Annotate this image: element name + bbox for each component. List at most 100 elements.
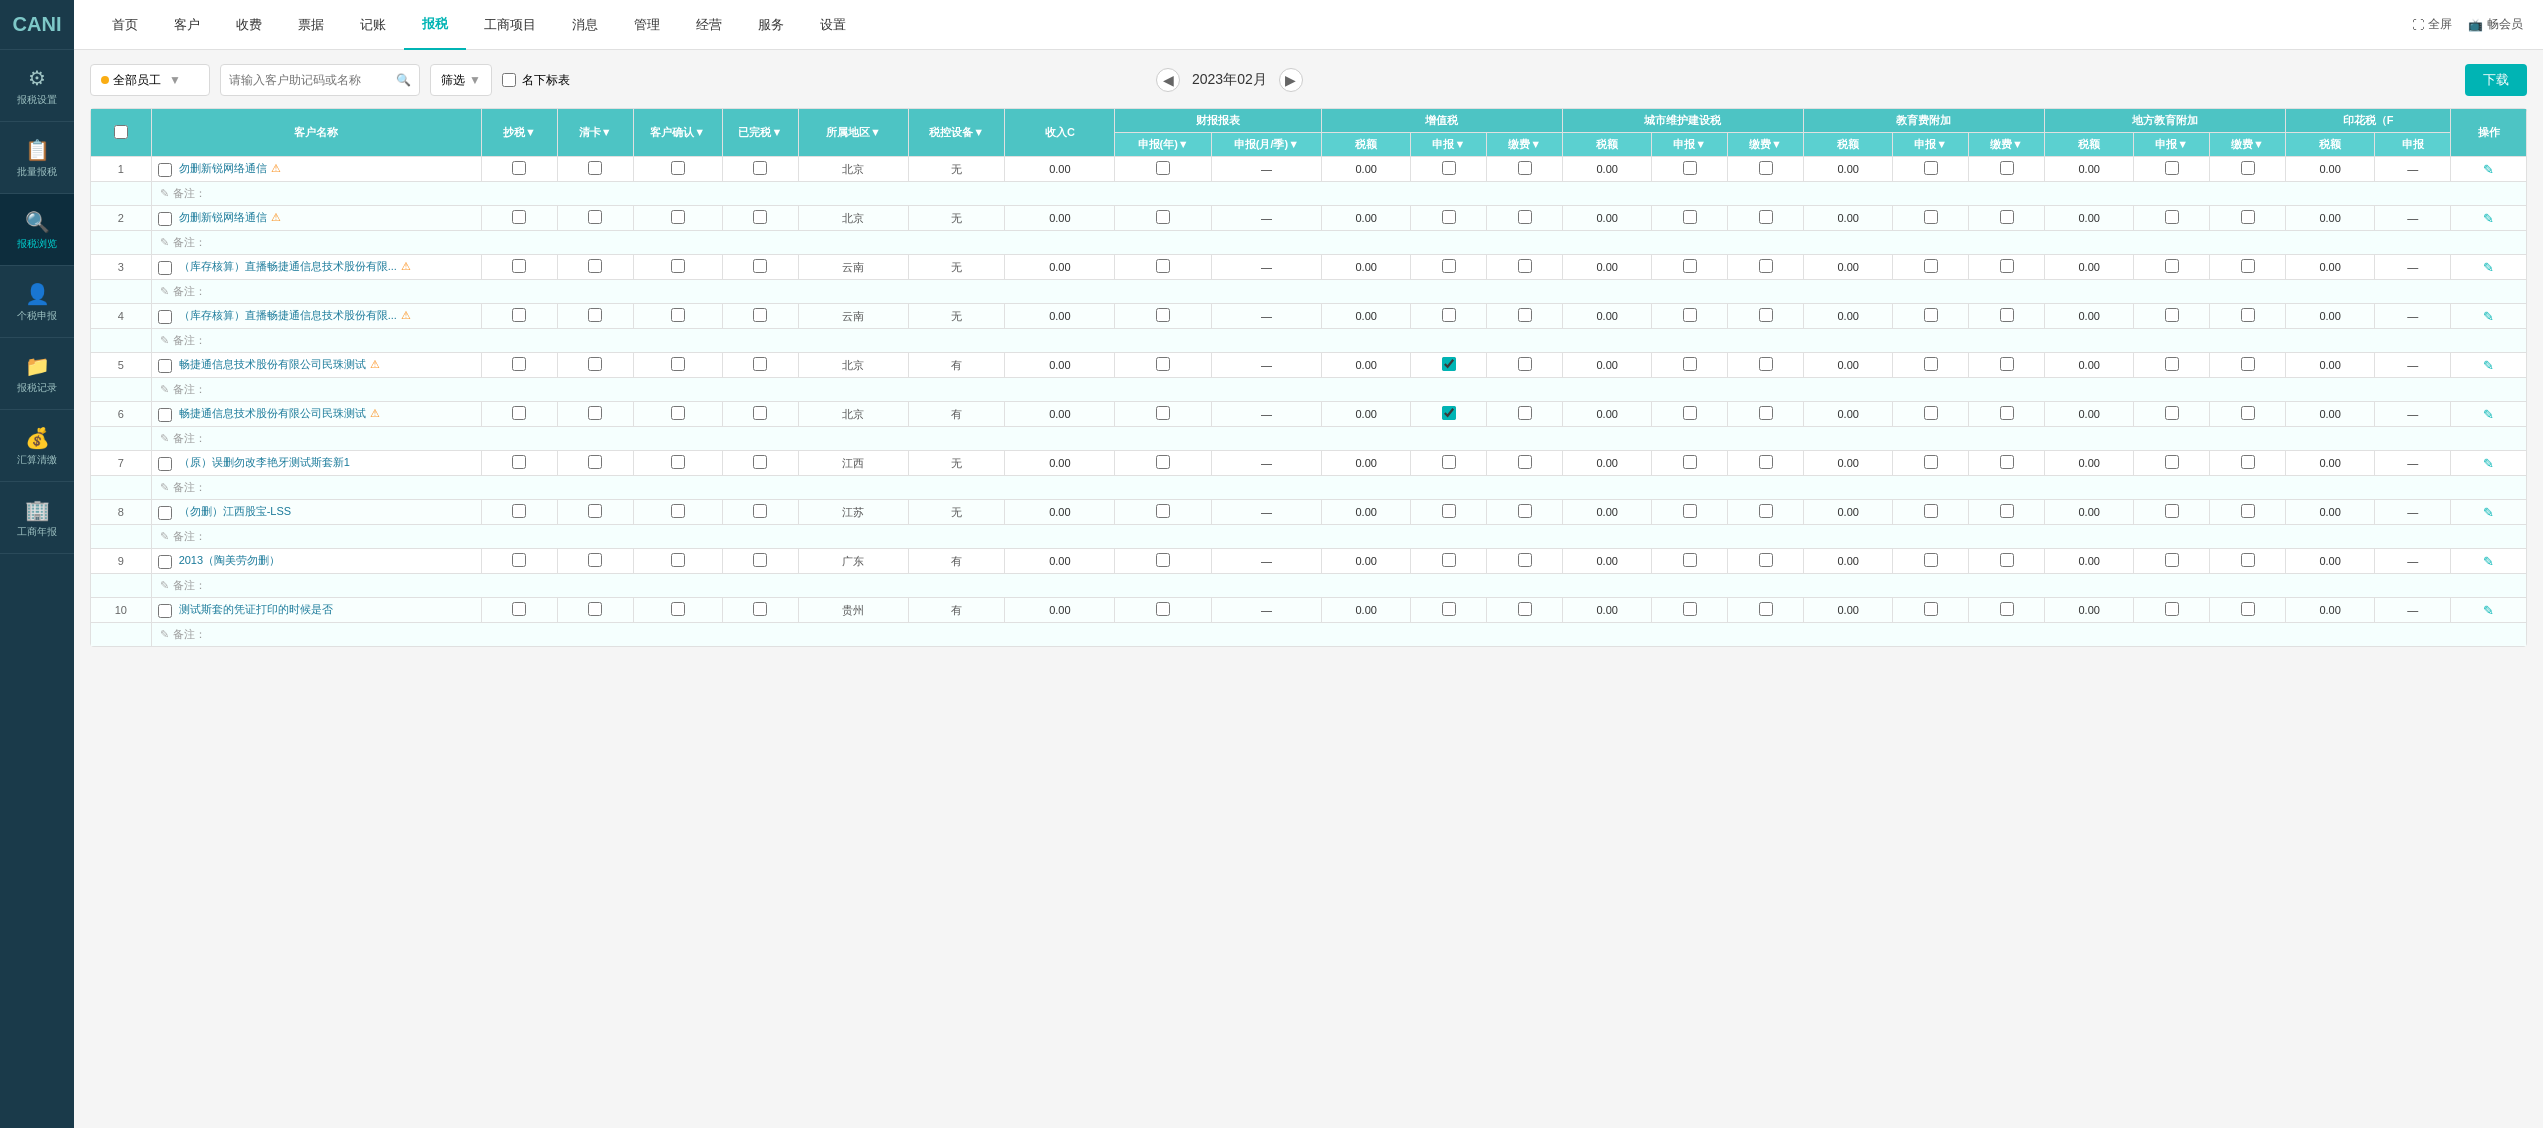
wanshui-checkbox[interactable] xyxy=(753,210,767,224)
note-pencil-icon[interactable]: ✎ xyxy=(160,530,169,542)
company-name[interactable]: 测试斯套的凭证打印的时候是否 xyxy=(151,598,481,623)
company-name[interactable]: 勿删新锐网络通信⚠ xyxy=(151,157,481,182)
th-income[interactable]: 收入C xyxy=(1005,109,1115,157)
nav-customer[interactable]: 客户 xyxy=(156,0,218,50)
caibao-year-checkbox[interactable] xyxy=(1156,602,1170,616)
qingka-checkbox[interactable] xyxy=(588,504,602,518)
difang-declare-cb[interactable] xyxy=(2165,210,2179,224)
th-difang-declare[interactable]: 申报▼ xyxy=(2134,133,2210,157)
jiao-declare-cb[interactable] xyxy=(1924,357,1938,371)
edit-icon[interactable]: ✎ xyxy=(2483,505,2494,520)
prev-month-button[interactable]: ◀ xyxy=(1156,68,1180,92)
wanshui-checkbox[interactable] xyxy=(753,504,767,518)
note-cell[interactable]: ✎备注： xyxy=(151,378,2526,402)
chaoshui-checkbox[interactable] xyxy=(512,308,526,322)
jiao-pay-cb[interactable] xyxy=(2000,259,2014,273)
nav-message[interactable]: 消息 xyxy=(554,0,616,50)
edit-icon[interactable]: ✎ xyxy=(2483,603,2494,618)
qingka-checkbox[interactable] xyxy=(588,406,602,420)
confirm-checkbox[interactable] xyxy=(671,308,685,322)
cheng-pay-cb[interactable] xyxy=(1759,455,1773,469)
zeng-pay-cb[interactable] xyxy=(1518,210,1532,224)
jiao-declare-cb[interactable] xyxy=(1924,602,1938,616)
difang-declare-cb[interactable] xyxy=(2165,602,2179,616)
difang-declare-cb[interactable] xyxy=(2165,259,2179,273)
difang-pay-cb[interactable] xyxy=(2241,259,2255,273)
jiao-pay-cb[interactable] xyxy=(2000,308,2014,322)
qingka-checkbox[interactable] xyxy=(588,161,602,175)
cheng-pay-cb[interactable] xyxy=(1759,308,1773,322)
cheng-declare-cb[interactable] xyxy=(1683,553,1697,567)
wanshui-checkbox[interactable] xyxy=(753,259,767,273)
note-cell[interactable]: ✎备注： xyxy=(151,231,2526,255)
nav-service[interactable]: 服务 xyxy=(740,0,802,50)
note-cell[interactable]: ✎备注： xyxy=(151,476,2526,500)
zeng-declare-cb[interactable] xyxy=(1442,553,1456,567)
nav-fee[interactable]: 收费 xyxy=(218,0,280,50)
jiao-pay-cb[interactable] xyxy=(2000,406,2014,420)
edit-icon[interactable]: ✎ xyxy=(2483,554,2494,569)
row-select-checkbox[interactable] xyxy=(158,359,172,373)
note-cell[interactable]: ✎备注： xyxy=(151,623,2526,647)
difang-pay-cb[interactable] xyxy=(2241,455,2255,469)
caibao-year-checkbox[interactable] xyxy=(1156,308,1170,322)
cheng-pay-cb[interactable] xyxy=(1759,504,1773,518)
cheng-declare-cb[interactable] xyxy=(1683,357,1697,371)
note-cell[interactable]: ✎备注： xyxy=(151,574,2526,598)
note-cell[interactable]: ✎备注： xyxy=(151,525,2526,549)
chaoshui-checkbox[interactable] xyxy=(512,406,526,420)
jiao-declare-cb[interactable] xyxy=(1924,455,1938,469)
nav-operation[interactable]: 经营 xyxy=(678,0,740,50)
zeng-pay-cb[interactable] xyxy=(1518,357,1532,371)
fullscreen-button[interactable]: ⛶ 全屏 xyxy=(2412,16,2452,33)
zeng-pay-cb[interactable] xyxy=(1518,259,1532,273)
wanshui-checkbox[interactable] xyxy=(753,406,767,420)
company-name[interactable]: （库存核算）直播畅捷通信息技术股份有限...⚠ xyxy=(151,304,481,329)
caibao-year-checkbox[interactable] xyxy=(1156,259,1170,273)
note-cell[interactable]: ✎备注： xyxy=(151,427,2526,451)
caibao-year-checkbox[interactable] xyxy=(1156,161,1170,175)
cheng-declare-cb[interactable] xyxy=(1683,406,1697,420)
difang-pay-cb[interactable] xyxy=(2241,161,2255,175)
edit-icon[interactable]: ✎ xyxy=(2483,407,2494,422)
cheng-declare-cb[interactable] xyxy=(1683,161,1697,175)
jiao-pay-cb[interactable] xyxy=(2000,210,2014,224)
th-jiao-pay[interactable]: 缴费▼ xyxy=(1969,133,2045,157)
difang-declare-cb[interactable] xyxy=(2165,504,2179,518)
download-button[interactable]: 下载 xyxy=(2465,64,2527,96)
nav-settings[interactable]: 设置 xyxy=(802,0,864,50)
edit-icon[interactable]: ✎ xyxy=(2483,162,2494,177)
th-cheng-pay[interactable]: 缴费▼ xyxy=(1728,133,1804,157)
caibao-year-checkbox[interactable] xyxy=(1156,357,1170,371)
note-cell[interactable]: ✎备注： xyxy=(151,329,2526,353)
confirm-checkbox[interactable] xyxy=(671,259,685,273)
nav-home[interactable]: 首页 xyxy=(94,0,156,50)
th-region[interactable]: 所属地区▼ xyxy=(798,109,908,157)
select-all-checkbox[interactable] xyxy=(114,125,128,139)
jiao-declare-cb[interactable] xyxy=(1924,308,1938,322)
difang-pay-cb[interactable] xyxy=(2241,210,2255,224)
zeng-pay-cb[interactable] xyxy=(1518,602,1532,616)
cheng-pay-cb[interactable] xyxy=(1759,161,1773,175)
zeng-declare-cb[interactable] xyxy=(1442,210,1456,224)
zeng-pay-cb[interactable] xyxy=(1518,406,1532,420)
note-cell[interactable]: ✎备注： xyxy=(151,280,2526,304)
jiao-pay-cb[interactable] xyxy=(2000,161,2014,175)
th-device[interactable]: 税控设备▼ xyxy=(908,109,1004,157)
note-pencil-icon[interactable]: ✎ xyxy=(160,481,169,493)
sidebar-item-gongshang[interactable]: 🏢 工商年报 xyxy=(0,482,74,554)
wanshui-checkbox[interactable] xyxy=(753,161,767,175)
qingka-checkbox[interactable] xyxy=(588,455,602,469)
difang-declare-cb[interactable] xyxy=(2165,308,2179,322)
chaoshui-checkbox[interactable] xyxy=(512,504,526,518)
cheng-pay-cb[interactable] xyxy=(1759,602,1773,616)
zeng-declare-cb[interactable] xyxy=(1442,259,1456,273)
difang-pay-cb[interactable] xyxy=(2241,553,2255,567)
chaoshui-checkbox[interactable] xyxy=(512,602,526,616)
company-name[interactable]: 2013（陶美劳勿删） xyxy=(151,549,481,574)
confirm-checkbox[interactable] xyxy=(671,553,685,567)
nav-tax[interactable]: 报税 xyxy=(404,0,466,50)
row-select-checkbox[interactable] xyxy=(158,310,172,324)
sidebar-item-piliang[interactable]: 📋 批量报税 xyxy=(0,122,74,194)
sidebar-item-baoshuishezhi[interactable]: ⚙ 报税设置 xyxy=(0,50,74,122)
